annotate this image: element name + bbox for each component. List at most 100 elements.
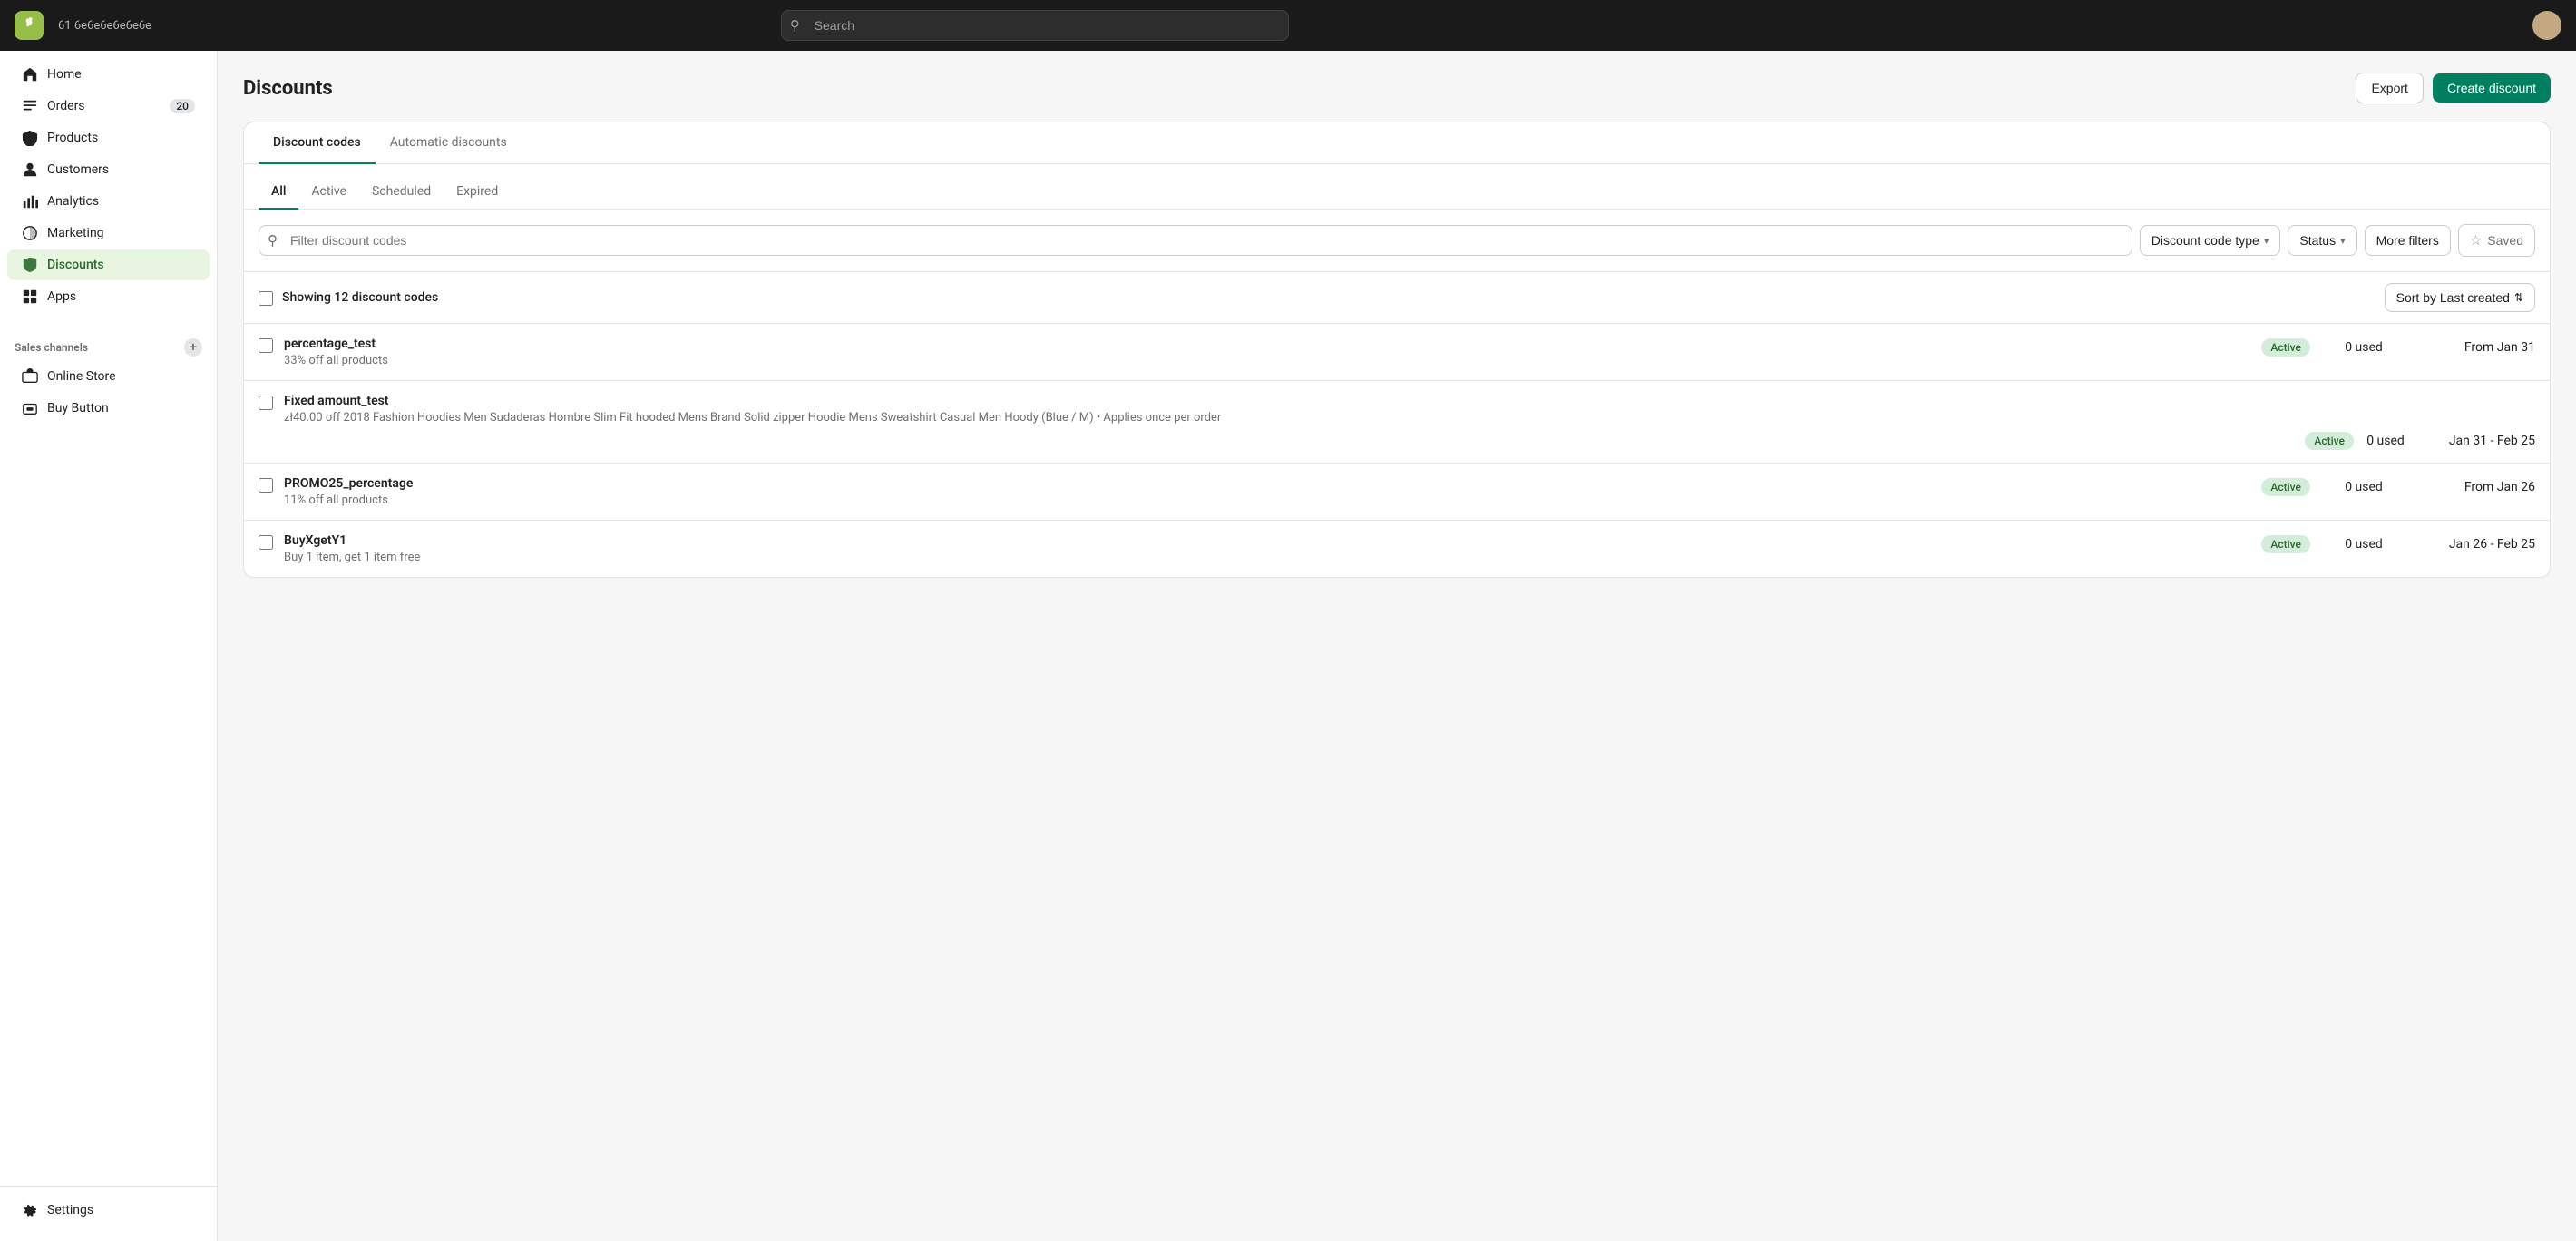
global-search-input[interactable] xyxy=(781,10,1289,41)
sidebar-item-products-label: Products xyxy=(47,131,98,145)
table-row: BuyXgetY1 Buy 1 item, get 1 item free Ac… xyxy=(244,521,2550,577)
orders-badge: 20 xyxy=(170,99,195,113)
more-filters-button[interactable]: More filters xyxy=(2365,225,2451,256)
header-actions: Export Create discount xyxy=(2356,73,2551,103)
discount-meta-4: Active 0 used Jan 26 - Feb 25 xyxy=(2261,535,2535,553)
sidebar-item-home-label: Home xyxy=(47,67,82,82)
sort-dropdown[interactable]: Sort by Last created ⇅ xyxy=(2385,283,2535,312)
buy-button-icon xyxy=(22,400,38,416)
discount-info-3: PROMO25_percentage 11% off all products xyxy=(284,476,2250,507)
discount-code-type-filter[interactable]: Discount code type ▾ xyxy=(2140,225,2281,256)
row-checkbox-1[interactable] xyxy=(259,338,273,353)
sidebar-item-marketing-label: Marketing xyxy=(47,226,104,240)
sidebar-footer: Settings xyxy=(0,1186,217,1241)
used-count-3: 0 used xyxy=(2332,480,2395,494)
sidebar: Home Orders 20 Products xyxy=(0,51,218,1241)
export-button[interactable]: Export xyxy=(2356,73,2423,103)
sidebar-item-orders-label: Orders xyxy=(47,99,85,113)
customers-icon xyxy=(22,161,38,178)
user-avatar[interactable] xyxy=(2532,11,2561,40)
discount-desc-2: zł40.00 off 2018 Fashion Hoodies Men Sud… xyxy=(284,411,2535,425)
app-wrapper: 61 6e6e6e6e6e6e ⚲ Home Orders xyxy=(0,0,2576,1241)
tab-discount-codes[interactable]: Discount codes xyxy=(259,122,376,164)
online-store-icon xyxy=(22,368,38,385)
used-count-1: 0 used xyxy=(2332,340,2395,355)
date-range-4: Jan 26 - Feb 25 xyxy=(2417,537,2535,552)
sidebar-item-discounts-label: Discounts xyxy=(47,258,104,272)
row-checkbox-4[interactable] xyxy=(259,535,273,550)
sidebar-item-discounts[interactable]: Discounts xyxy=(7,249,210,280)
sidebar-item-customers[interactable]: Customers xyxy=(7,154,210,185)
discount-meta-3: Active 0 used From Jan 26 xyxy=(2261,478,2535,496)
sidebar-item-settings-label: Settings xyxy=(47,1203,93,1217)
create-discount-button[interactable]: Create discount xyxy=(2433,73,2551,103)
search-icon-top: ⚲ xyxy=(790,17,800,34)
row-checkbox-3[interactable] xyxy=(259,478,273,493)
sub-tab-active[interactable]: Active xyxy=(298,175,359,210)
status-badge-2: Active xyxy=(2305,432,2354,450)
home-icon xyxy=(22,66,38,83)
discount-name-2[interactable]: Fixed amount_test xyxy=(284,394,2535,408)
apps-icon xyxy=(22,288,38,305)
date-range-1: From Jan 31 xyxy=(2417,340,2535,355)
discount-info-4: BuyXgetY1 Buy 1 item, get 1 item free xyxy=(284,533,2250,564)
status-badge-3: Active xyxy=(2261,478,2310,496)
tab-automatic-discounts[interactable]: Automatic discounts xyxy=(376,122,522,164)
shopify-logo xyxy=(15,11,44,40)
search-bar: ⚲ xyxy=(781,10,1289,41)
sidebar-item-online-store[interactable]: Online Store xyxy=(7,361,210,392)
table-row: Fixed amount_test zł40.00 off 2018 Fashi… xyxy=(244,381,2550,464)
discount-desc-3: 11% off all products xyxy=(284,493,2250,507)
table-header-row: Showing 12 discount codes Sort by Last c… xyxy=(244,272,2550,324)
showing-text: Showing 12 discount codes xyxy=(282,290,438,305)
analytics-icon xyxy=(22,193,38,210)
sidebar-item-analytics-label: Analytics xyxy=(47,194,99,209)
status-filter[interactable]: Status ▾ xyxy=(2288,225,2356,256)
top-bar: 61 6e6e6e6e6e6e ⚲ xyxy=(0,0,2576,51)
row-checkbox-2[interactable] xyxy=(259,396,273,410)
sidebar-item-home[interactable]: Home xyxy=(7,59,210,90)
used-count-4: 0 used xyxy=(2332,537,2395,552)
marketing-icon xyxy=(22,225,38,241)
saved-filters-button[interactable]: ☆ Saved xyxy=(2458,224,2535,257)
filters-row: ⚲ Discount code type ▾ Status ▾ More fil… xyxy=(244,210,2550,272)
sub-tab-scheduled[interactable]: Scheduled xyxy=(359,175,444,210)
sub-tab-all[interactable]: All xyxy=(259,175,298,210)
sidebar-item-orders[interactable]: Orders 20 xyxy=(7,91,210,122)
sort-chevron: ⇅ xyxy=(2514,291,2523,304)
sidebar-item-apps[interactable]: Apps xyxy=(7,281,210,312)
sub-tab-expired[interactable]: Expired xyxy=(444,175,511,210)
filter-search-input[interactable] xyxy=(259,225,2132,256)
store-name: 61 6e6e6e6e6e6e xyxy=(58,19,151,33)
sidebar-item-apps-label: Apps xyxy=(47,289,76,304)
shopify-logo-icon xyxy=(20,16,38,34)
sidebar-item-products[interactable]: Products xyxy=(7,122,210,153)
discount-name-4[interactable]: BuyXgetY1 xyxy=(284,533,2250,548)
discount-desc-4: Buy 1 item, get 1 item free xyxy=(284,551,2250,564)
sidebar-item-analytics[interactable]: Analytics xyxy=(7,186,210,217)
discount-name-3[interactable]: PROMO25_percentage xyxy=(284,476,2250,491)
discount-name-1[interactable]: percentage_test xyxy=(284,337,2250,351)
status-badge-4: Active xyxy=(2261,535,2310,553)
filter-search-icon: ⚲ xyxy=(268,232,278,249)
page-title: Discounts xyxy=(243,77,333,100)
main-area: Home Orders 20 Products xyxy=(0,51,2576,1241)
table-row: PROMO25_percentage 11% off all products … xyxy=(244,464,2550,521)
discount-info-1: percentage_test 33% off all products xyxy=(284,337,2250,367)
discount-meta-1: Active 0 used From Jan 31 xyxy=(2261,338,2535,357)
filter-search-container: ⚲ xyxy=(259,225,2132,256)
sidebar-item-settings[interactable]: Settings xyxy=(7,1195,210,1226)
discounts-icon xyxy=(22,257,38,273)
sales-channels-section: Sales channels + Online Store Buy Button xyxy=(0,320,217,432)
discount-desc-1: 33% off all products xyxy=(284,354,2250,367)
sidebar-item-marketing[interactable]: Marketing xyxy=(7,218,210,249)
status-chevron: ▾ xyxy=(2340,235,2346,247)
discounts-card: Discount codes Automatic discounts All A… xyxy=(243,122,2551,578)
sidebar-item-customers-label: Customers xyxy=(47,162,109,177)
select-all-checkbox[interactable] xyxy=(259,291,273,306)
discount-type-chevron: ▾ xyxy=(2264,235,2269,247)
star-icon: ☆ xyxy=(2470,232,2482,249)
sidebar-item-buy-button[interactable]: Buy Button xyxy=(7,393,210,424)
products-icon xyxy=(22,130,38,146)
add-sales-channel-button[interactable]: + xyxy=(184,338,202,357)
